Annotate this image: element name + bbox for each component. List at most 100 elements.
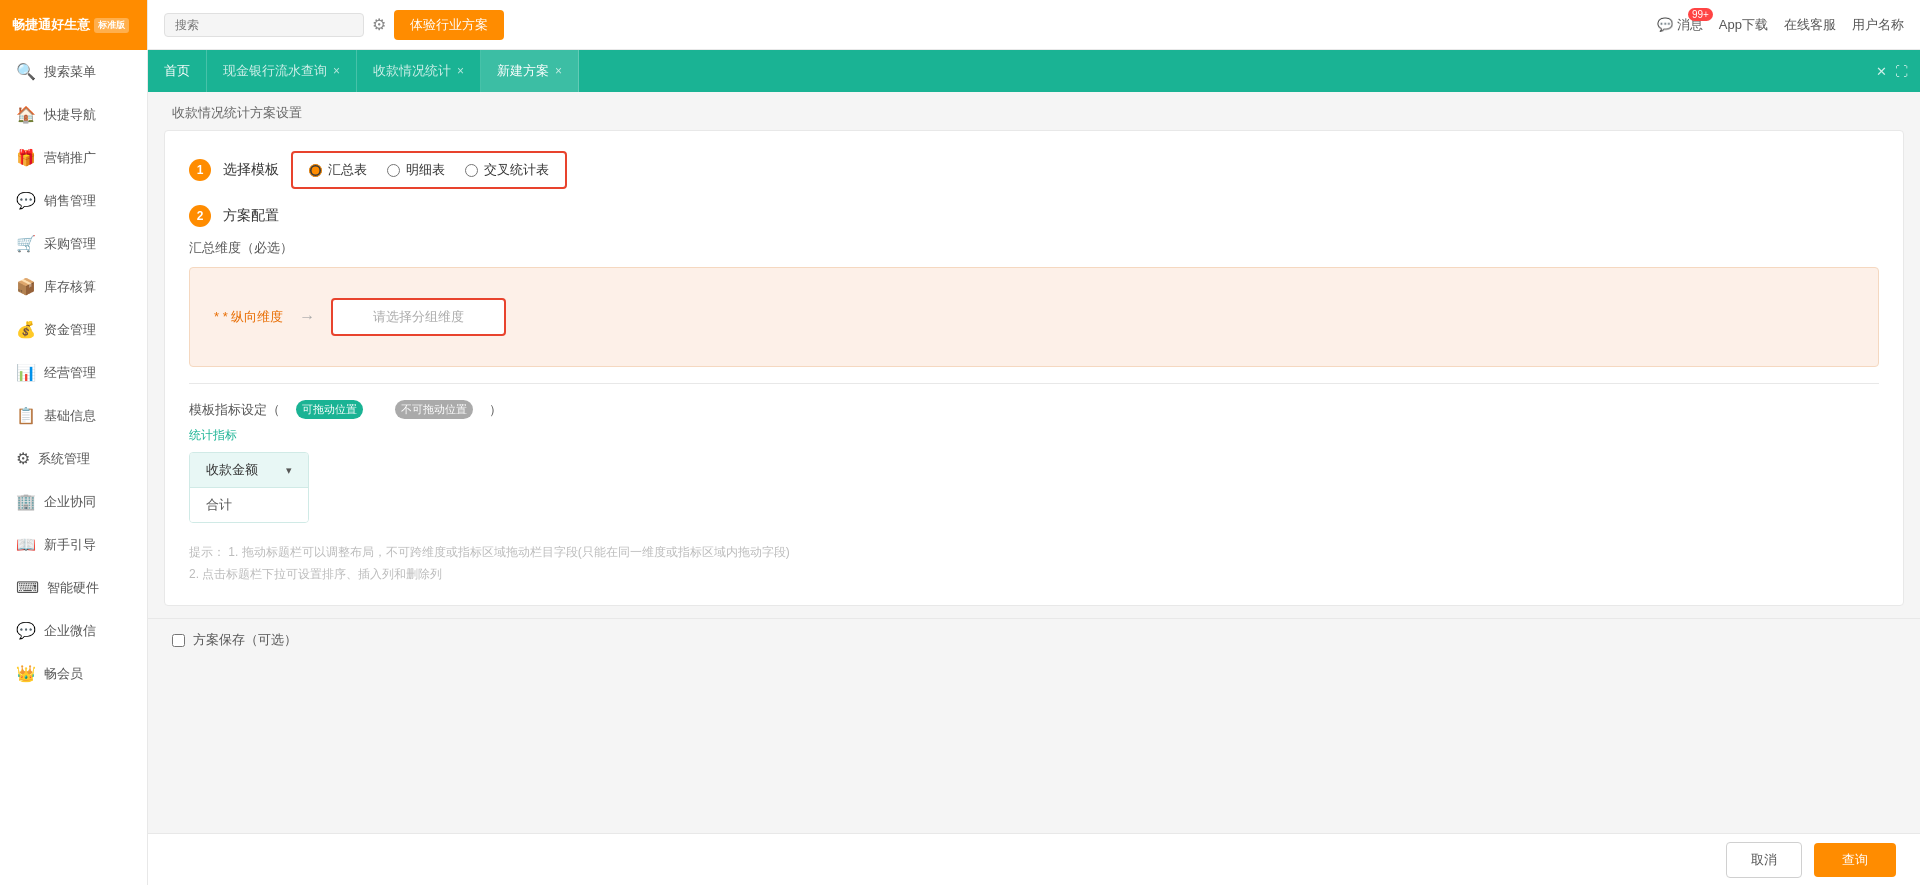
- topbar-right: 💬 消息 99+ App下载 在线客服 用户名称: [1657, 16, 1904, 34]
- non-draggable-badge: 不可拖动位置: [395, 400, 473, 419]
- tips-section: 提示： 1. 拖动标题栏可以调整布局，不可跨维度或指标区域拖动栏目字段(只能在同…: [189, 542, 1879, 585]
- sidebar-item-newbie[interactable]: 📖 新手引导: [0, 523, 147, 566]
- sidebar-logo: 畅捷通好生意 标准版: [0, 0, 147, 50]
- sidebar-item-member[interactable]: 👑 畅会员: [0, 652, 147, 695]
- tab-receipt-stats-close[interactable]: ×: [457, 64, 464, 78]
- sidebar-item-label: 库存核算: [44, 278, 96, 296]
- radio-summary-input[interactable]: [309, 164, 322, 177]
- enterprise-wechat-icon: 💬: [16, 621, 36, 640]
- save-row: 方案保存（可选）: [148, 618, 1920, 661]
- inventory-icon: 📦: [16, 277, 36, 296]
- draggable-badge: 可拖动位置: [296, 400, 363, 419]
- step2-label: 方案配置: [223, 207, 279, 225]
- tip-1: 提示： 1. 拖动标题栏可以调整布局，不可跨维度或指标区域拖动栏目字段(只能在同…: [189, 542, 1879, 564]
- sales-icon: 💬: [16, 191, 36, 210]
- tab-new-plan[interactable]: 新建方案 ×: [481, 50, 579, 92]
- step1-number: 1: [189, 159, 211, 181]
- sidebar-item-label: 快捷导航: [44, 106, 96, 124]
- sidebar-item-operations[interactable]: 📊 经营管理: [0, 351, 147, 394]
- tab-bank-flow-close[interactable]: ×: [333, 64, 340, 78]
- dimension-select[interactable]: 请选择分组维度: [331, 298, 506, 336]
- radio-summary-label: 汇总表: [328, 161, 367, 179]
- user-name[interactable]: 用户名称: [1852, 16, 1904, 34]
- sidebar-item-label: 企业微信: [44, 622, 96, 640]
- message-badge[interactable]: 💬 消息 99+: [1657, 16, 1703, 34]
- marketing-icon: 🎁: [16, 148, 36, 167]
- tab-bank-flow-label: 现金银行流水查询: [223, 62, 327, 80]
- radio-cross[interactable]: 交叉统计表: [465, 161, 549, 179]
- sidebar-item-label: 智能硬件: [47, 579, 99, 597]
- sidebar-item-purchase[interactable]: 🛒 采购管理: [0, 222, 147, 265]
- logo-text: 畅捷通好生意: [12, 16, 90, 34]
- sidebar-item-marketing[interactable]: 🎁 营销推广: [0, 136, 147, 179]
- sidebar-item-quick-nav[interactable]: 🏠 快捷导航: [0, 93, 147, 136]
- maximize-icon[interactable]: ⛶: [1895, 64, 1908, 79]
- sidebar-item-label: 系统管理: [38, 450, 90, 468]
- config-section: 汇总维度（必选） * * 纵向维度 → 请选择分组维度: [189, 239, 1879, 367]
- gear-icon[interactable]: ⚙: [372, 15, 386, 34]
- step2-row: 2 方案配置: [189, 205, 1879, 227]
- radio-cross-input[interactable]: [465, 164, 478, 177]
- metrics-title-end: ）: [489, 401, 502, 419]
- industry-btn[interactable]: 体验行业方案: [394, 10, 504, 40]
- sidebar-item-label: 销售管理: [44, 192, 96, 210]
- sidebar-item-inventory[interactable]: 📦 库存核算: [0, 265, 147, 308]
- tab-new-plan-label: 新建方案: [497, 62, 549, 80]
- page-header: 收款情况统计方案设置: [148, 92, 1920, 130]
- enterprise-icon: 🏢: [16, 492, 36, 511]
- metrics-section: 模板指标设定（ 可拖动位置 不可拖动位置 ） 统计指标 收款金额 ▾ 合计: [189, 383, 1879, 526]
- topbar: ⚙ 体验行业方案 💬 消息 99+ App下载 在线客服 用户名称: [148, 0, 1920, 50]
- app-download-link[interactable]: App下载: [1719, 16, 1768, 34]
- basic-info-icon: 📋: [16, 406, 36, 425]
- online-support-link[interactable]: 在线客服: [1784, 16, 1836, 34]
- sidebar-item-label: 企业协同: [44, 493, 96, 511]
- query-button[interactable]: 查询: [1814, 843, 1896, 877]
- newbie-icon: 📖: [16, 535, 36, 554]
- tab-home[interactable]: 首页: [148, 50, 207, 92]
- cancel-button[interactable]: 取消: [1726, 842, 1802, 878]
- sidebar-item-label: 经营管理: [44, 364, 96, 382]
- sidebar-item-label: 搜索菜单: [44, 63, 96, 81]
- search-menu-icon: 🔍: [16, 62, 36, 81]
- tab-new-plan-close[interactable]: ×: [555, 64, 562, 78]
- sidebar-item-funds[interactable]: 💰 资金管理: [0, 308, 147, 351]
- radio-detail-input[interactable]: [387, 164, 400, 177]
- edition-badge: 标准版: [94, 18, 129, 33]
- sidebar-item-sales[interactable]: 💬 销售管理: [0, 179, 147, 222]
- sidebar-item-basic-info[interactable]: 📋 基础信息: [0, 394, 147, 437]
- tab-home-label: 首页: [164, 62, 190, 80]
- sidebar: 畅捷通好生意 标准版 🔍 搜索菜单 🏠 快捷导航 🎁 营销推广 💬 销售管理 🛒…: [0, 0, 148, 885]
- sidebar-item-search-menu[interactable]: 🔍 搜索菜单: [0, 50, 147, 93]
- vertical-dimension-label: * * 纵向维度: [214, 308, 283, 326]
- step2-number: 2: [189, 205, 211, 227]
- dimension-section-title: 汇总维度（必选）: [189, 239, 1879, 257]
- topbar-left: ⚙ 体验行业方案: [164, 10, 504, 40]
- chevron-down-icon[interactable]: ▾: [286, 464, 292, 477]
- tab-bank-flow[interactable]: 现金银行流水查询 ×: [207, 50, 357, 92]
- metrics-table-row: 合计: [190, 488, 308, 522]
- arrow-icon: →: [299, 308, 315, 326]
- metrics-category-label: 统计指标: [189, 427, 1879, 444]
- vertical-label-text: * 纵向维度: [223, 309, 284, 324]
- sidebar-item-enterprise-wechat[interactable]: 💬 企业微信: [0, 609, 147, 652]
- tab-receipt-stats[interactable]: 收款情况统计 ×: [357, 50, 481, 92]
- sidebar-item-smart-hw[interactable]: ⌨ 智能硬件: [0, 566, 147, 609]
- radio-summary[interactable]: 汇总表: [309, 161, 367, 179]
- dimension-area: * * 纵向维度 → 请选择分组维度: [189, 267, 1879, 367]
- required-star: *: [214, 309, 223, 324]
- radio-detail[interactable]: 明细表: [387, 161, 445, 179]
- page-title: 收款情况统计方案设置: [172, 105, 302, 120]
- minimize-icon[interactable]: ✕: [1876, 64, 1887, 79]
- sidebar-item-system[interactable]: ⚙ 系统管理: [0, 437, 147, 480]
- metrics-table-header[interactable]: 收款金额 ▾: [190, 453, 308, 488]
- system-icon: ⚙: [16, 449, 30, 468]
- search-input[interactable]: [164, 13, 364, 37]
- radio-detail-label: 明细表: [406, 161, 445, 179]
- sidebar-item-label: 新手引导: [44, 536, 96, 554]
- metrics-table: 收款金额 ▾ 合计: [189, 452, 309, 523]
- tip-2: 2. 点击标题栏下拉可设置排序、插入列和删除列: [189, 564, 1879, 586]
- sidebar-item-enterprise[interactable]: 🏢 企业协同: [0, 480, 147, 523]
- message-count: 99+: [1688, 8, 1713, 21]
- save-checkbox[interactable]: [172, 634, 185, 647]
- sidebar-item-label: 营销推广: [44, 149, 96, 167]
